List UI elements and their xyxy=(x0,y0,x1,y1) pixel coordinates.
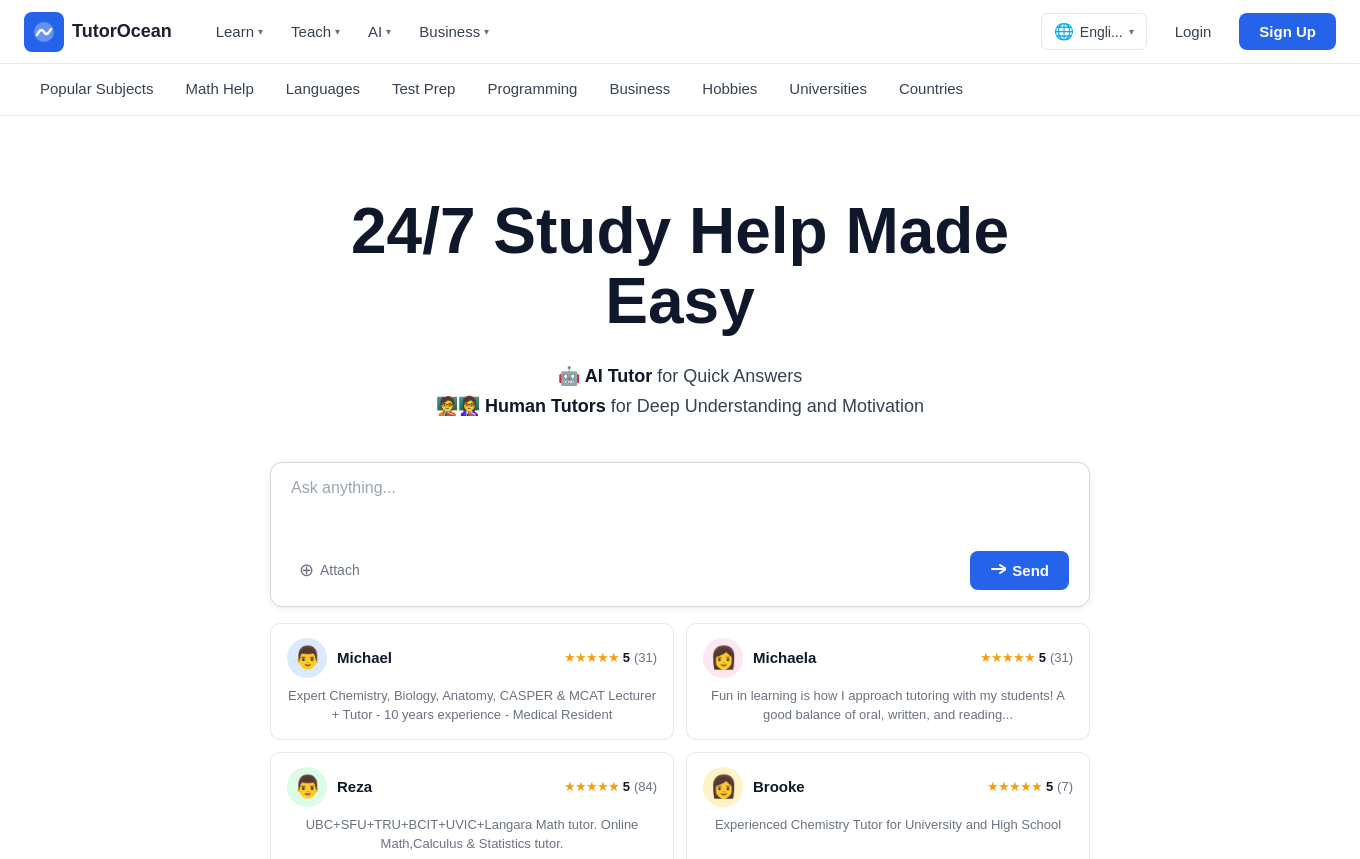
tutor-card-header: 👩 Michaela ★★★★★ 5 (31) xyxy=(703,638,1073,678)
cat-item-universities[interactable]: Universities xyxy=(773,64,883,116)
tutor-rating: ★★★★★ 5 (31) xyxy=(980,650,1073,665)
logo-text: TutorOcean xyxy=(72,21,172,42)
send-icon xyxy=(990,561,1006,580)
tutor-name: Michaela xyxy=(753,649,816,666)
category-nav: Popular SubjectsMath HelpLanguagesTest P… xyxy=(0,64,1360,116)
cat-item-popular-subjects[interactable]: Popular Subjects xyxy=(24,64,169,116)
logo-icon xyxy=(24,12,64,52)
hero-title: 24/7 Study Help Made Easy xyxy=(300,196,1060,337)
tutor-info: 👩 Michaela xyxy=(703,638,816,678)
tutor-description: Expert Chemistry, Biology, Anatomy, CASP… xyxy=(287,686,657,725)
ai-tutor-line: 🤖 AI Tutor for Quick Answers xyxy=(436,361,924,392)
nav-left: TutorOcean Learn ▾ Teach ▾ AI ▾ Business… xyxy=(24,12,501,52)
tutor-card-michael[interactable]: 👨 Michael ★★★★★ 5 (31) Expert Chemistry,… xyxy=(270,623,674,740)
rating-count: (31) xyxy=(1050,650,1073,665)
search-input[interactable] xyxy=(291,479,1069,539)
tutor-name: Brooke xyxy=(753,778,805,795)
globe-icon: 🌐 xyxy=(1054,22,1074,41)
avatar: 👩 xyxy=(703,638,743,678)
cat-item-languages[interactable]: Languages xyxy=(270,64,376,116)
chevron-down-icon: ▾ xyxy=(386,26,391,37)
tutor-name: Reza xyxy=(337,778,372,795)
chevron-down-icon: ▾ xyxy=(335,26,340,37)
chevron-down-icon: ▾ xyxy=(258,26,263,37)
hero-section: 24/7 Study Help Made Easy 🤖 AI Tutor for… xyxy=(0,116,1360,859)
nav-teach[interactable]: Teach ▾ xyxy=(279,15,352,48)
tutor-rating: ★★★★★ 5 (84) xyxy=(564,779,657,794)
star-icons: ★★★★★ xyxy=(564,650,619,665)
rating-score: 5 xyxy=(1039,650,1046,665)
star-icons: ★★★★★ xyxy=(980,650,1035,665)
nav-ai[interactable]: AI ▾ xyxy=(356,15,403,48)
login-button[interactable]: Login xyxy=(1159,15,1228,48)
tutor-info: 👩 Brooke xyxy=(703,767,805,807)
navbar: TutorOcean Learn ▾ Teach ▾ AI ▾ Business… xyxy=(0,0,1360,64)
cat-item-business[interactable]: Business xyxy=(593,64,686,116)
tutor-rating: ★★★★★ 5 (31) xyxy=(564,650,657,665)
tutor-name: Michael xyxy=(337,649,392,666)
tutor-description: Fun in learning is how I approach tutori… xyxy=(703,686,1073,725)
language-selector[interactable]: 🌐 Engli... ▾ xyxy=(1041,13,1147,50)
search-footer: ⊕ Attach Send xyxy=(291,551,1069,590)
hero-subtitle: 🤖 AI Tutor for Quick Answers 🧑‍🏫👩‍🏫 Huma… xyxy=(436,361,924,422)
rating-score: 5 xyxy=(1046,779,1053,794)
nav-learn[interactable]: Learn ▾ xyxy=(204,15,275,48)
tutor-rating: ★★★★★ 5 (7) xyxy=(987,779,1073,794)
tutor-description: UBC+SFU+TRU+BCIT+UVIC+Langara Math tutor… xyxy=(287,815,657,854)
tutor-grid: 👨 Michael ★★★★★ 5 (31) Expert Chemistry,… xyxy=(270,623,1090,859)
send-button[interactable]: Send xyxy=(970,551,1069,590)
nav-right: 🌐 Engli... ▾ Login Sign Up xyxy=(1041,13,1336,50)
star-icons: ★★★★★ xyxy=(564,779,619,794)
tutor-card-brooke[interactable]: 👩 Brooke ★★★★★ 5 (7) Experienced Chemist… xyxy=(686,752,1090,859)
logo[interactable]: TutorOcean xyxy=(24,12,172,52)
rating-score: 5 xyxy=(623,650,630,665)
tutor-card-header: 👩 Brooke ★★★★★ 5 (7) xyxy=(703,767,1073,807)
chevron-down-icon: ▾ xyxy=(1129,26,1134,37)
signup-button[interactable]: Sign Up xyxy=(1239,13,1336,50)
nav-business[interactable]: Business ▾ xyxy=(407,15,501,48)
attach-button[interactable]: ⊕ Attach xyxy=(291,555,368,585)
star-icons: ★★★★★ xyxy=(987,779,1042,794)
search-box: ⊕ Attach Send xyxy=(270,462,1090,607)
cat-item-programming[interactable]: Programming xyxy=(471,64,593,116)
tutor-card-michaela[interactable]: 👩 Michaela ★★★★★ 5 (31) Fun in learning … xyxy=(686,623,1090,740)
tutor-description: Experienced Chemistry Tutor for Universi… xyxy=(703,815,1073,835)
rating-count: (31) xyxy=(634,650,657,665)
cat-item-math-help[interactable]: Math Help xyxy=(169,64,269,116)
cat-item-test-prep[interactable]: Test Prep xyxy=(376,64,471,116)
tutor-card-reza[interactable]: 👨 Reza ★★★★★ 5 (84) UBC+SFU+TRU+BCIT+UVI… xyxy=(270,752,674,859)
rating-count: (7) xyxy=(1057,779,1073,794)
chevron-down-icon: ▾ xyxy=(484,26,489,37)
human-tutors-bold: Human Tutors xyxy=(485,396,606,416)
rating-count: (84) xyxy=(634,779,657,794)
avatar: 👩 xyxy=(703,767,743,807)
cat-item-countries[interactable]: Countries xyxy=(883,64,979,116)
ai-tutor-bold: AI Tutor xyxy=(585,366,653,386)
nav-links: Learn ▾ Teach ▾ AI ▾ Business ▾ xyxy=(204,15,501,48)
human-tutors-line: 🧑‍🏫👩‍🏫 Human Tutors for Deep Understandi… xyxy=(436,391,924,422)
tutor-card-header: 👨 Reza ★★★★★ 5 (84) xyxy=(287,767,657,807)
tutor-info: 👨 Reza xyxy=(287,767,372,807)
avatar: 👨 xyxy=(287,767,327,807)
tutor-info: 👨 Michael xyxy=(287,638,392,678)
hero-content: 24/7 Study Help Made Easy 🤖 AI Tutor for… xyxy=(24,196,1336,859)
avatar: 👨 xyxy=(287,638,327,678)
attach-icon: ⊕ xyxy=(299,559,314,581)
tutor-card-header: 👨 Michael ★★★★★ 5 (31) xyxy=(287,638,657,678)
rating-score: 5 xyxy=(623,779,630,794)
cat-item-hobbies[interactable]: Hobbies xyxy=(686,64,773,116)
